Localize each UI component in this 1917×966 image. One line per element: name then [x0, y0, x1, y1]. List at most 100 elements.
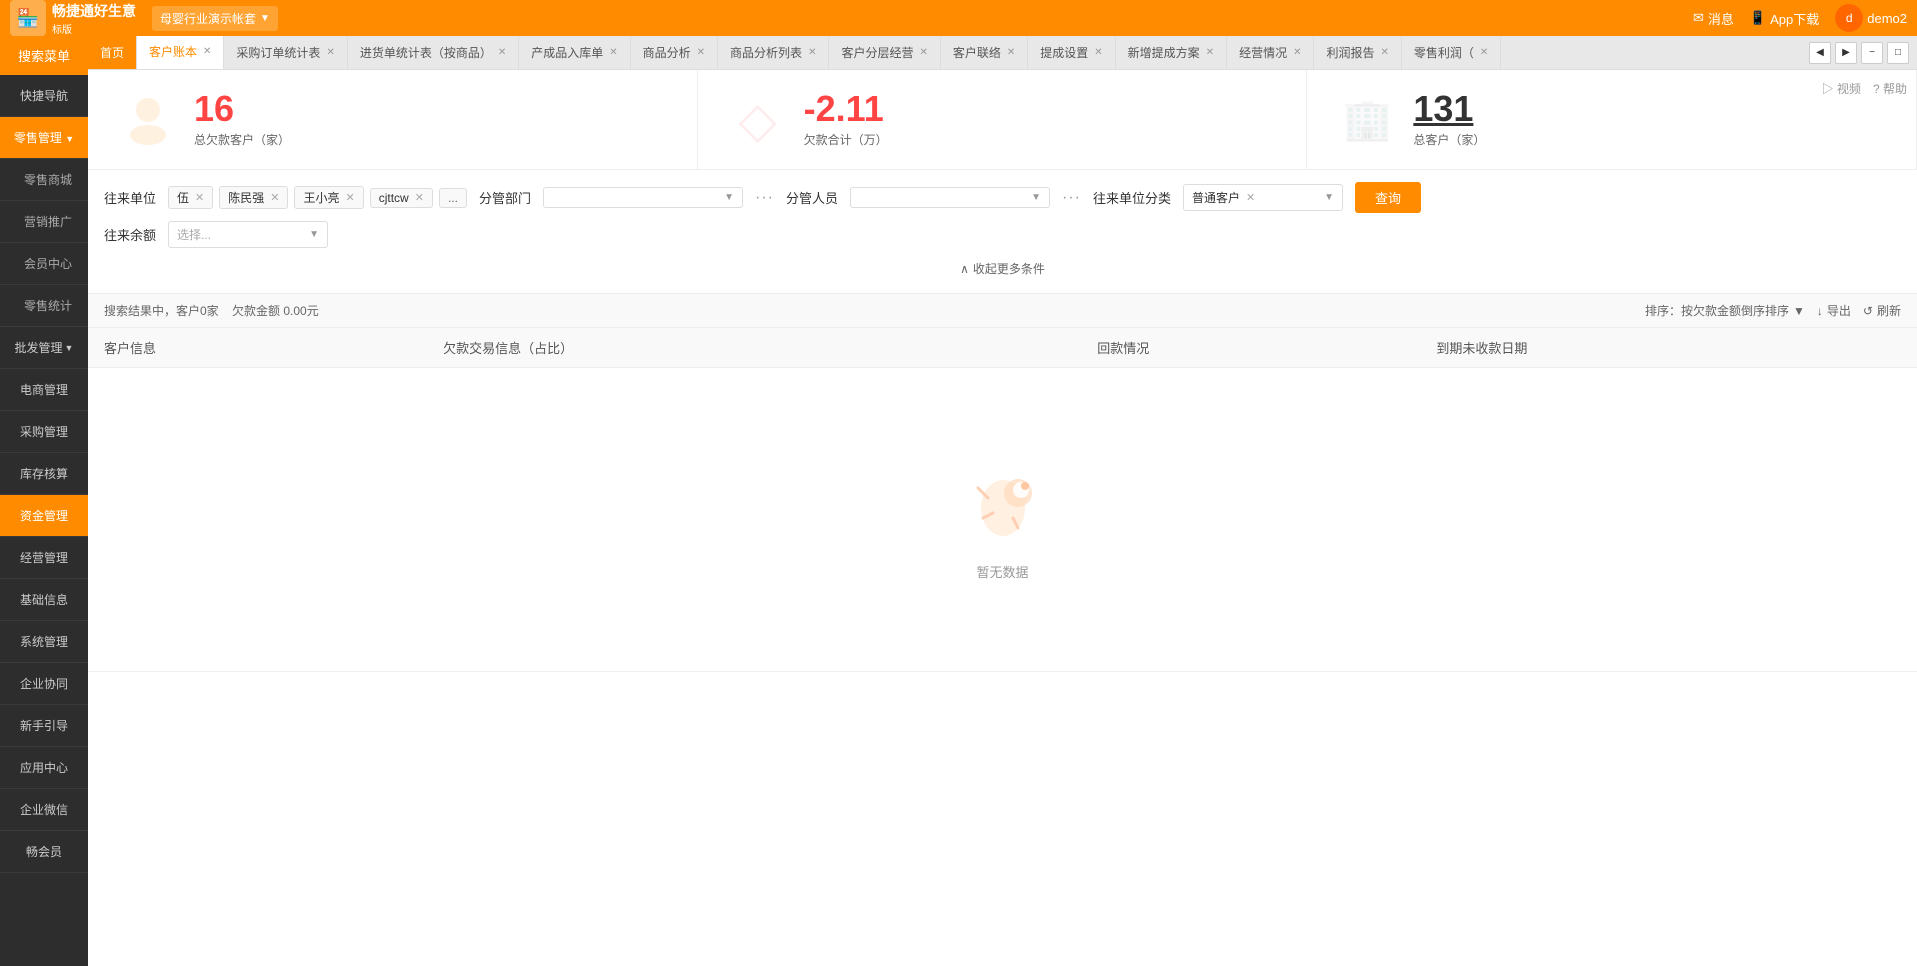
sidebar-item-inventory[interactable]: 库存核算 [0, 453, 88, 495]
dept-select[interactable]: ▼ [543, 187, 743, 208]
help-link[interactable]: ? 帮助 [1873, 80, 1907, 97]
result-text: 搜索结果中，客户0家 欠款金额 0.00元 [104, 302, 319, 319]
unit-label: 往来单位 [104, 188, 156, 207]
account-selector[interactable]: 母婴行业演示帐套 ▼ [152, 6, 278, 31]
tab-maximize[interactable]: □ [1887, 42, 1909, 64]
user-menu[interactable]: d demo2 [1835, 4, 1907, 32]
sidebar-item-ecommerce[interactable]: 电商管理 [0, 369, 88, 411]
filter-tag-more[interactable]: ... [439, 188, 467, 208]
result-bar: 搜索结果中，客户0家 欠款金额 0.00元 排序：按欠款金额倒序排序 ▼ ↓ 导… [88, 294, 1917, 328]
unit-type-select[interactable]: 普通客户 ✕ ▼ [1183, 184, 1343, 211]
tab-retail-profit[interactable]: 零售利润（ ✕ [1402, 36, 1501, 70]
remove-tag-wang[interactable]: ✕ [346, 191, 355, 204]
refresh-button[interactable]: ↺ 刷新 [1863, 302, 1901, 319]
sidebar-item-wholesale[interactable]: 批发管理 ▼ [0, 327, 88, 369]
tab-controls: ◀ ▶ − □ [1801, 42, 1917, 64]
sidebar-item-capital[interactable]: 资金管理 [0, 495, 88, 537]
tab-raise-settings[interactable]: 提成设置 ✕ [1028, 36, 1115, 70]
chevron-down-icon: ▼ [65, 343, 74, 353]
table-body: 暂无数据 [88, 368, 1917, 672]
person-select[interactable]: ▼ [850, 187, 1050, 208]
dept-label: 分管部门 [479, 188, 531, 207]
stat-overdue-amount: ◇ -2.11 欠款合计（万） [698, 70, 1308, 169]
data-table: 客户信息 欠款交易信息（占比） 回款情况 到期未收款日期 [88, 328, 1917, 672]
filter-tag-cjttcw: cjttcw ✕ [370, 188, 433, 208]
tab-close-icon[interactable]: ✕ [498, 47, 506, 58]
sort-selector[interactable]: 排序：按欠款金额倒序排序 ▼ [1645, 302, 1805, 319]
table-header-row: 客户信息 欠款交易信息（占比） 回款情况 到期未收款日期 [88, 328, 1917, 368]
tab-incoming-stats[interactable]: 进货单统计表（按商品） ✕ [348, 36, 519, 70]
tab-close-icon[interactable]: ✕ [1381, 47, 1389, 58]
tab-close-icon[interactable]: ✕ [697, 47, 705, 58]
query-button[interactable]: 查询 [1355, 182, 1421, 213]
tab-close-icon[interactable]: ✕ [1293, 47, 1301, 58]
tab-profit-report[interactable]: 利润报告 ✕ [1314, 36, 1401, 70]
sidebar-search[interactable]: 搜索菜单 [0, 36, 88, 75]
sidebar-item-app-center[interactable]: 应用中心 [0, 747, 88, 789]
person-label: 分管人员 [786, 188, 838, 207]
stat-top-links: ▷ 视频 ? 帮助 [1822, 80, 1907, 97]
empty-icon [963, 458, 1043, 552]
tab-close-icon[interactable]: ✕ [919, 47, 927, 58]
tab-customer-contact[interactable]: 客户联络 ✕ [941, 36, 1028, 70]
remove-unit-type-tag[interactable]: ✕ [1246, 191, 1255, 204]
remove-tag-cjttcw[interactable]: ✕ [415, 191, 424, 204]
sidebar-item-wechat[interactable]: 企业微信 [0, 789, 88, 831]
sidebar-item-purchase[interactable]: 采购管理 [0, 411, 88, 453]
tab-close-icon[interactable]: ✕ [203, 46, 211, 57]
tab-customer-account[interactable]: 客户账本 ✕ [137, 36, 224, 70]
collapse-button[interactable]: ∧ 收起更多条件 [104, 256, 1901, 281]
tab-minimize[interactable]: − [1861, 42, 1883, 64]
chevron-down-icon: ▼ [309, 229, 319, 240]
table-head: 客户信息 欠款交易信息（占比） 回款情况 到期未收款日期 [88, 328, 1917, 368]
stat-label-customers: 总欠款客户（家） [194, 131, 290, 148]
export-button[interactable]: ↓ 导出 [1817, 302, 1851, 319]
tab-close-icon[interactable]: ✕ [1007, 47, 1015, 58]
sidebar-item-vip[interactable]: 畅会员 [0, 831, 88, 873]
sidebar-item-quick-nav[interactable]: 快捷导航 [0, 75, 88, 117]
tab-close-icon[interactable]: ✕ [326, 47, 334, 58]
tab-customer-segment[interactable]: 客户分层经营 ✕ [829, 36, 940, 70]
sidebar-item-retail-stats[interactable]: 零售统计 [0, 285, 88, 327]
sidebar-item-enterprise[interactable]: 企业协同 [0, 663, 88, 705]
main-layout: 搜索菜单 快捷导航 零售管理 ▼ 零售商城 营销推广 会员中心 零售统计 批 [0, 36, 1917, 966]
stat-icon-customers [118, 90, 178, 150]
tab-close-icon[interactable]: ✕ [609, 47, 617, 58]
stat-value-customers: 16 [194, 91, 290, 127]
sidebar-item-operations[interactable]: 经营管理 [0, 537, 88, 579]
tab-add-achievement[interactable]: 新增提成方案 ✕ [1116, 36, 1227, 70]
tab-home[interactable]: 首页 [88, 36, 137, 70]
remove-tag-chen[interactable]: ✕ [270, 191, 279, 204]
sidebar-item-retail-mall[interactable]: 零售商城 [0, 159, 88, 201]
page-content: 16 总欠款客户（家） ◇ -2.11 欠款合计（万） [88, 70, 1917, 966]
download-icon: ↓ [1817, 304, 1823, 318]
video-link[interactable]: ▷ 视频 [1822, 80, 1861, 97]
message-btn[interactable]: ✉ 消息 [1693, 9, 1734, 28]
tab-production-entry[interactable]: 产成品入库单 ✕ [519, 36, 630, 70]
filter-row-2: 往来余额 选择... ▼ [104, 221, 1901, 248]
filter-tag-wu: 伍 ✕ [168, 186, 213, 209]
remainder-select[interactable]: 选择... ▼ [168, 221, 328, 248]
remove-tag-wu[interactable]: ✕ [195, 191, 204, 204]
tab-operations-status[interactable]: 经营情况 ✕ [1227, 36, 1314, 70]
tab-product-analysis-list[interactable]: 商品分析列表 ✕ [718, 36, 829, 70]
tab-scroll-left[interactable]: ◀ [1809, 42, 1831, 64]
tab-scroll-right[interactable]: ▶ [1835, 42, 1857, 64]
tab-product-analysis[interactable]: 商品分析 ✕ [631, 36, 718, 70]
person-dots[interactable]: ··· [1062, 189, 1081, 207]
app-download-btn[interactable]: 📱 App下载 [1750, 9, 1819, 28]
dept-dots[interactable]: ··· [755, 189, 774, 207]
tab-close-icon[interactable]: ✕ [1480, 47, 1488, 58]
sidebar-item-member[interactable]: 会员中心 [0, 243, 88, 285]
sidebar-item-basic-info[interactable]: 基础信息 [0, 579, 88, 621]
sidebar-item-newbie[interactable]: 新手引导 [0, 705, 88, 747]
tab-close-icon[interactable]: ✕ [808, 47, 816, 58]
sidebar-item-retail-mgmt[interactable]: 零售管理 ▼ [0, 117, 88, 159]
tab-purchase-stats[interactable]: 采购订单统计表 ✕ [224, 36, 347, 70]
sidebar-item-system[interactable]: 系统管理 [0, 621, 88, 663]
tab-close-icon[interactable]: ✕ [1094, 47, 1102, 58]
logo-icon: 🏪 [10, 0, 46, 36]
sidebar-item-marketing[interactable]: 营销推广 [0, 201, 88, 243]
tab-close-icon[interactable]: ✕ [1206, 47, 1214, 58]
chevron-down-icon: ▼ [260, 13, 270, 24]
